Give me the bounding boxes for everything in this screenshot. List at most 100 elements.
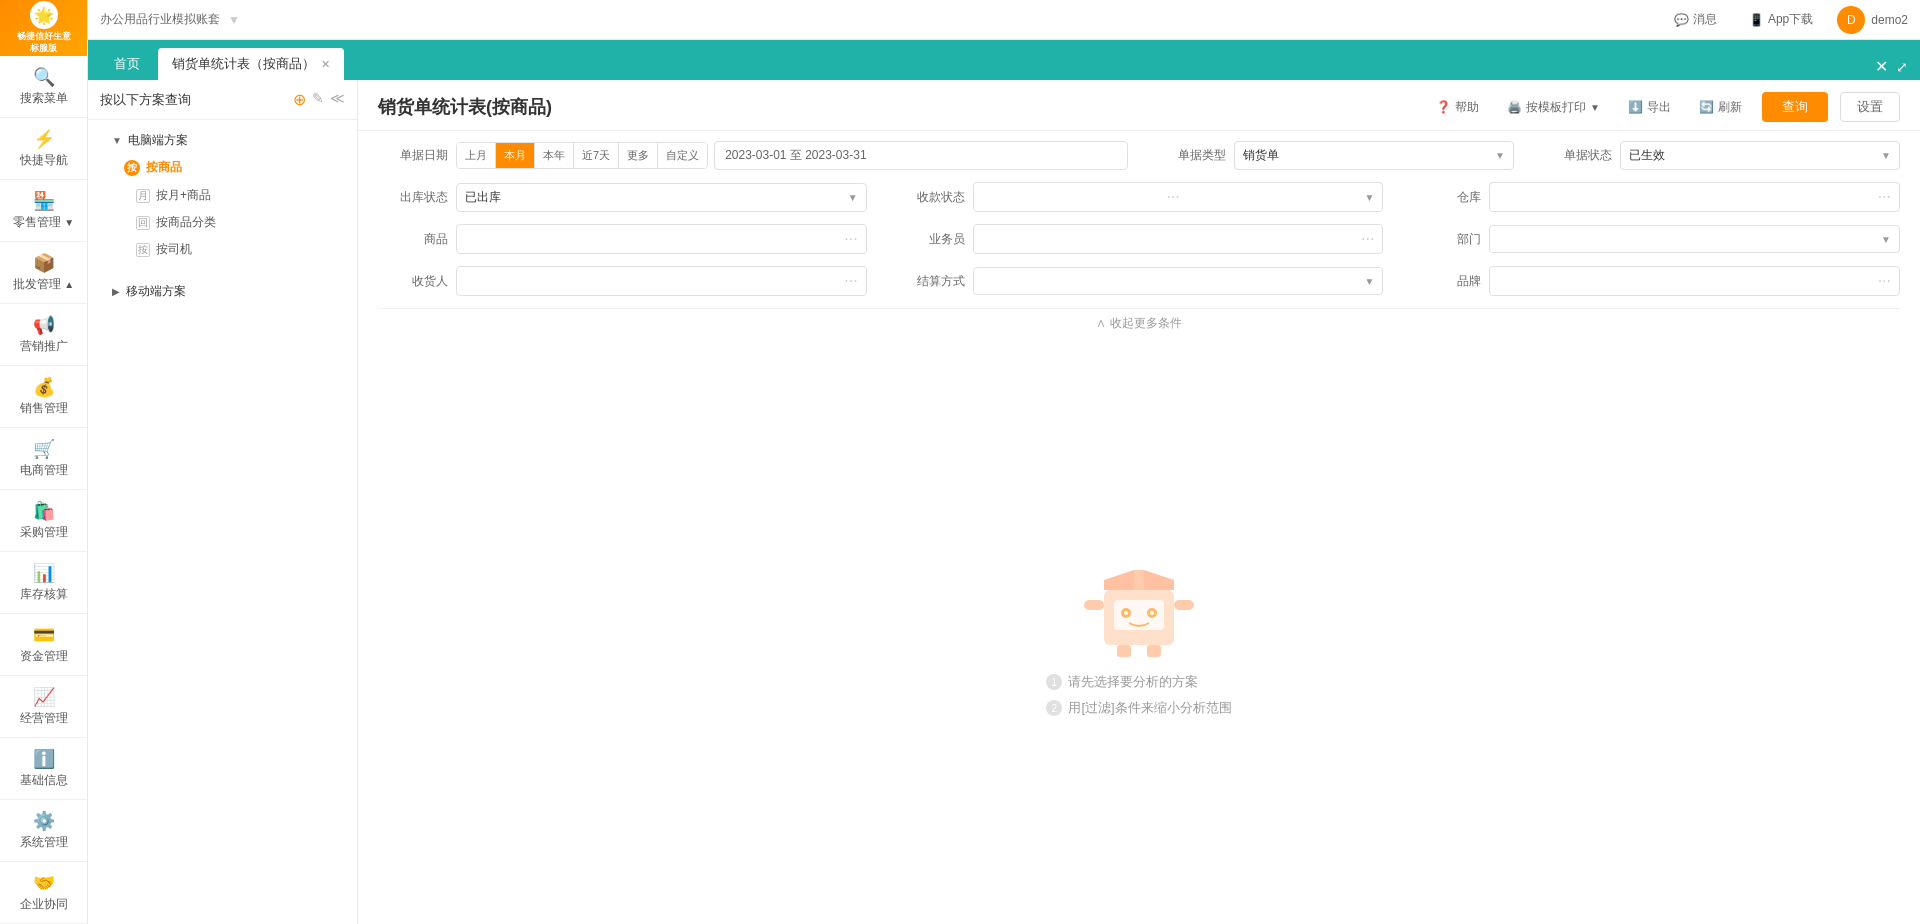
template-print-label: 按模板打印 [1526, 99, 1586, 116]
date-btn-7days[interactable]: 近7天 [574, 143, 619, 168]
receipt-status-control[interactable]: ··· ▼ [973, 182, 1384, 212]
help-icon: ❓ [1436, 100, 1451, 114]
ecommerce-icon: 🛒 [4, 438, 83, 460]
collapse-bar[interactable]: ∧ 收起更多条件 [378, 308, 1900, 338]
sidebar-item-quick-nav[interactable]: ⚡ 快捷导航 [0, 118, 87, 180]
print-icon: 🖨️ [1507, 100, 1522, 114]
sidebar-item-basic[interactable]: ℹ️ 基础信息 [0, 738, 87, 800]
left-panel-header: 按以下方案查询 ⊕ ✎ ≪ [88, 80, 357, 120]
empty-text: 1 请先选择要分析的方案 2 用[过滤]条件来缩小分析范围 [1046, 673, 1231, 717]
scheme-group-mobile-label: 移动端方案 [126, 283, 186, 300]
department-control[interactable]: ▼ [1489, 225, 1900, 253]
sales-icon: 💰 [4, 376, 83, 398]
help-label: 帮助 [1455, 99, 1479, 116]
date-btn-this-year[interactable]: 本年 [535, 143, 574, 168]
main-area: 办公用品行业模拟账套 ▼ 💬 消息 📱 App下载 D demo2 首页 销货单… [88, 0, 1920, 924]
refresh-icon: 🔄 [1699, 100, 1714, 114]
tab-close-icon[interactable]: ✕ [321, 59, 330, 70]
sidebar-item-ecommerce[interactable]: 🛒 电商管理 [0, 428, 87, 490]
sidebar-item-enterprise[interactable]: 🤝 企业协同 [0, 862, 87, 924]
date-btn-this-month[interactable]: 本月 [496, 143, 535, 168]
date-range-input[interactable]: 2023-03-01 至 2023-03-31 [714, 141, 1128, 170]
help-btn[interactable]: ❓ 帮助 [1428, 95, 1487, 120]
sidebar-item-purchase[interactable]: 🛍️ 采购管理 [0, 490, 87, 552]
department-label: 部门 [1411, 231, 1481, 248]
settings-button[interactable]: 设置 [1840, 92, 1900, 122]
svg-point-8 [1150, 611, 1154, 615]
brand-dots-icon: ··· [1878, 272, 1891, 290]
basic-icon: ℹ️ [4, 748, 83, 770]
edit-scheme-icon[interactable]: ✎ [312, 90, 324, 109]
sidebar-item-search-menu[interactable]: 🔍 搜索菜单 [0, 56, 87, 118]
step-1-circle: 1 [1046, 674, 1062, 690]
brand-control[interactable]: ··· [1489, 266, 1900, 296]
scheme-item-by-product[interactable]: 按 按商品 [88, 153, 357, 182]
template-print-btn[interactable]: 🖨️ 按模板打印 ▼ [1499, 95, 1608, 120]
doc-status-control[interactable]: 已生效 ▼ [1620, 141, 1900, 170]
date-label: 单据日期 [378, 147, 448, 164]
sidebar-item-wholesale[interactable]: 📦 批发管理 ▲ [0, 242, 87, 304]
tab-maximize-icon[interactable]: ⤢ [1896, 59, 1908, 75]
collapse-panel-icon[interactable]: ≪ [330, 90, 345, 109]
date-btn-more[interactable]: 更多 [619, 143, 658, 168]
logo-text: 畅捷信好生意 [17, 31, 71, 42]
svg-marker-1 [1104, 570, 1134, 590]
date-btn-last-month[interactable]: 上月 [457, 143, 496, 168]
tab-sales-stats[interactable]: 销货单统计表（按商品） ✕ [158, 48, 344, 80]
user-info[interactable]: D demo2 [1837, 6, 1908, 34]
date-filter-group: 上月 本月 本年 近7天 更多 自定义 2023-03-01 至 2023-03… [456, 141, 1128, 170]
warehouse-dropdown-icon: ▼ [848, 192, 858, 203]
scheme-subitem-by-category[interactable]: 回 按商品分类 [88, 209, 357, 236]
filter-row-4: 收货人 ··· 结算方式 ▼ 品牌 ··· [378, 266, 1900, 296]
inventory-icon: 📊 [4, 562, 83, 584]
app-download-btn[interactable]: 📱 App下载 [1741, 7, 1821, 32]
goods-control[interactable]: ··· [456, 224, 867, 254]
page-header: 销货单统计表(按商品) ❓ 帮助 🖨️ 按模板打印 ▼ ⬇️ 导出 [358, 80, 1920, 131]
sidebar-item-label: 营销推广 [20, 339, 68, 353]
refresh-btn[interactable]: 🔄 刷新 [1691, 95, 1750, 120]
salesperson-control[interactable]: ··· [973, 224, 1384, 254]
add-scheme-icon[interactable]: ⊕ [293, 90, 306, 109]
sidebar-item-finance[interactable]: 💳 资金管理 [0, 614, 87, 676]
settlement-dropdown-icon: ▼ [1364, 276, 1374, 287]
sidebar-item-marketing[interactable]: 📢 营销推广 [0, 304, 87, 366]
doc-type-control[interactable]: 销货单 ▼ [1234, 141, 1514, 170]
app-icon: 📱 [1749, 13, 1764, 27]
svg-rect-11 [1084, 600, 1104, 610]
receipt-dropdown-icon: ▼ [1364, 192, 1374, 203]
scheme-subitem-category-label: 按商品分类 [156, 214, 216, 231]
message-icon: 💬 [1674, 13, 1689, 27]
scheme-group-mobile-title[interactable]: ▶ 移动端方案 [88, 279, 357, 304]
scheme-subitem-by-month-product[interactable]: 月 按月+商品 [88, 182, 357, 209]
sidebar-item-label: 基础信息 [20, 773, 68, 787]
chevron-down-icon: ▼ [112, 135, 122, 146]
printer-icon: 按 [136, 243, 150, 257]
tab-close-all-icon[interactable]: ✕ [1875, 57, 1888, 76]
tab-home[interactable]: 首页 [100, 48, 154, 80]
scheme-group-pc: ▼ 电脑端方案 按 按商品 月 按月+商品 回 按商品分类 按 按司机 [88, 120, 357, 271]
svg-rect-12 [1174, 600, 1194, 610]
warehouse-name-control[interactable]: ··· [1489, 182, 1900, 212]
sidebar-item-inventory[interactable]: 📊 库存核算 [0, 552, 87, 614]
settlement-control[interactable]: ▼ [973, 267, 1384, 295]
message-btn[interactable]: 💬 消息 [1666, 7, 1725, 32]
avatar: D [1837, 6, 1865, 34]
scheme-subitem-by-printer[interactable]: 按 按司机 [88, 236, 357, 263]
sidebar-item-retail[interactable]: 🏪 零售管理 ▼ [0, 180, 87, 242]
recipient-dots-icon: ··· [844, 272, 857, 290]
logo-icon: 🌟 [30, 1, 58, 29]
warehouse-control[interactable]: 已出库 ▼ [456, 183, 867, 212]
sidebar-item-system[interactable]: ⚙️ 系统管理 [0, 800, 87, 862]
recipient-control[interactable]: ··· [456, 266, 867, 296]
scheme-group-pc-title[interactable]: ▼ 电脑端方案 [88, 128, 357, 153]
enterprise-icon: 🤝 [4, 872, 83, 894]
recipient-label: 收货人 [378, 273, 448, 290]
query-button[interactable]: 查询 [1762, 92, 1828, 122]
warehouse-name-label: 仓库 [1411, 189, 1481, 206]
sidebar-item-operations[interactable]: 📈 经营管理 [0, 676, 87, 738]
active-scheme-icon: 按 [124, 160, 140, 176]
export-btn[interactable]: ⬇️ 导出 [1620, 95, 1679, 120]
wholesale-icon: 📦 [4, 252, 83, 274]
sidebar-item-sales[interactable]: 💰 销售管理 [0, 366, 87, 428]
date-btn-custom[interactable]: 自定义 [658, 143, 707, 168]
